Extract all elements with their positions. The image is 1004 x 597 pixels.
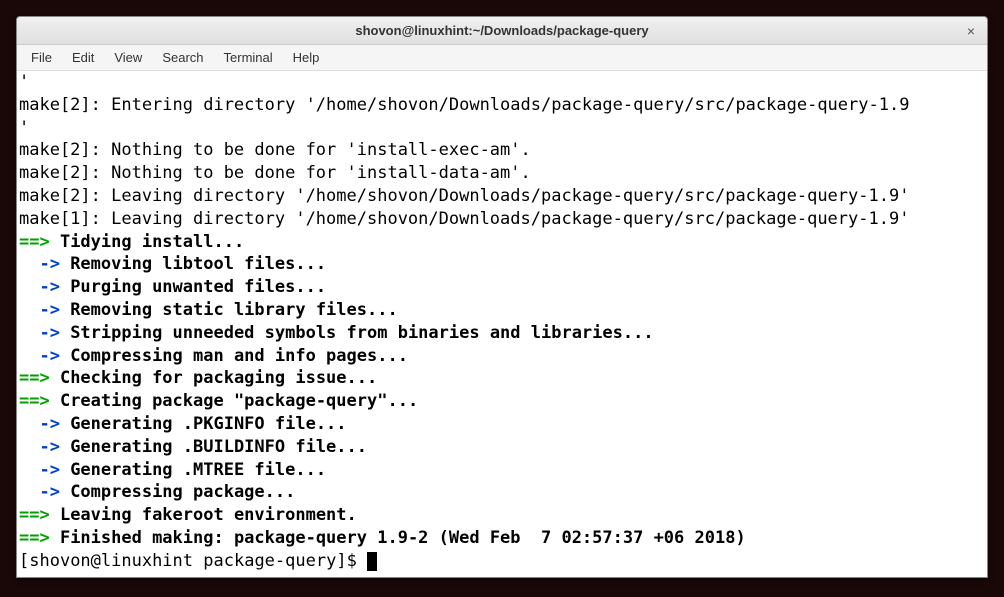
terminal-line: ==> Finished making: package-query 1.9-2… (19, 527, 985, 550)
terminal-msg: Generating .PKGINFO file... (60, 414, 347, 434)
terminal-msg: Tidying install... (50, 232, 244, 252)
arrow-small-icon: -> (19, 414, 60, 434)
terminal-output[interactable]: 'make[2]: Entering directory '/home/shov… (17, 71, 987, 577)
arrow-small-icon: -> (19, 346, 60, 366)
menu-view[interactable]: View (104, 48, 152, 67)
terminal-msg: Compressing man and info pages... (60, 346, 408, 366)
terminal-msg: Compressing package... (60, 482, 295, 502)
arrow-big-icon: ==> (19, 528, 50, 548)
terminal-line: ' (19, 71, 985, 94)
terminal-msg: Generating .BUILDINFO file... (60, 437, 367, 457)
terminal-line: -> Compressing man and info pages... (19, 345, 985, 368)
menu-help[interactable]: Help (283, 48, 330, 67)
terminal-msg: Generating .MTREE file... (60, 460, 326, 480)
prompt-bracket: [ (19, 551, 29, 571)
terminal-line: -> Generating .MTREE file... (19, 459, 985, 482)
menu-search[interactable]: Search (152, 48, 213, 67)
terminal-msg: Removing static library files... (60, 300, 398, 320)
terminal-line: make[2]: Leaving directory '/home/shovon… (19, 185, 985, 208)
arrow-small-icon: -> (19, 300, 60, 320)
terminal-line: ==> Creating package "package-query"... (19, 390, 985, 413)
arrow-small-icon: -> (19, 482, 60, 502)
terminal-line: -> Generating .PKGINFO file... (19, 413, 985, 436)
menu-file[interactable]: File (21, 48, 62, 67)
cursor-icon (367, 552, 377, 571)
terminal-line: ==> Checking for packaging issue... (19, 367, 985, 390)
arrow-small-icon: -> (19, 437, 60, 457)
arrow-big-icon: ==> (19, 391, 50, 411)
terminal-line: ==> Tidying install... (19, 231, 985, 254)
menu-terminal[interactable]: Terminal (214, 48, 283, 67)
terminal-line: make[2]: Entering directory '/home/shovo… (19, 94, 985, 117)
prompt-line[interactable]: [shovon@linuxhint package-query]$ (19, 550, 985, 573)
menubar: File Edit View Search Terminal Help (17, 45, 987, 71)
arrow-big-icon: ==> (19, 232, 50, 252)
terminal-window: shovon@linuxhint:~/Downloads/package-que… (16, 16, 988, 578)
titlebar[interactable]: shovon@linuxhint:~/Downloads/package-que… (17, 17, 987, 45)
terminal-msg: Stripping unneeded symbols from binaries… (60, 323, 654, 343)
terminal-line: make[1]: Leaving directory '/home/shovon… (19, 208, 985, 231)
terminal-msg: Removing libtool files... (60, 254, 326, 274)
terminal-line: ==> Leaving fakeroot environment. (19, 504, 985, 527)
terminal-line: -> Removing static library files... (19, 299, 985, 322)
terminal-msg: Checking for packaging issue... (50, 368, 378, 388)
terminal-msg: Purging unwanted files... (60, 277, 326, 297)
terminal-line: ' (19, 117, 985, 140)
window-title: shovon@linuxhint:~/Downloads/package-que… (355, 23, 648, 38)
terminal-line: -> Generating .BUILDINFO file... (19, 436, 985, 459)
terminal-line: -> Compressing package... (19, 481, 985, 504)
arrow-big-icon: ==> (19, 505, 50, 525)
terminal-line: make[2]: Nothing to be done for 'install… (19, 162, 985, 185)
arrow-small-icon: -> (19, 254, 60, 274)
terminal-msg: Creating package "package-query"... (50, 391, 418, 411)
terminal-msg: Finished making: package-query 1.9-2 (We… (50, 528, 746, 548)
terminal-line: -> Removing libtool files... (19, 253, 985, 276)
close-icon[interactable]: × (961, 21, 981, 41)
terminal-line: -> Purging unwanted files... (19, 276, 985, 299)
arrow-small-icon: -> (19, 323, 60, 343)
menu-edit[interactable]: Edit (62, 48, 104, 67)
terminal-line: -> Stripping unneeded symbols from binar… (19, 322, 985, 345)
terminal-line: make[2]: Nothing to be done for 'install… (19, 139, 985, 162)
arrow-small-icon: -> (19, 460, 60, 480)
prompt-user-host: shovon@linuxhint (29, 551, 193, 571)
arrow-big-icon: ==> (19, 368, 50, 388)
arrow-small-icon: -> (19, 277, 60, 297)
prompt-cwd: package-query (203, 551, 336, 571)
terminal-msg: Leaving fakeroot environment. (50, 505, 357, 525)
prompt-end: ]$ (336, 551, 367, 571)
